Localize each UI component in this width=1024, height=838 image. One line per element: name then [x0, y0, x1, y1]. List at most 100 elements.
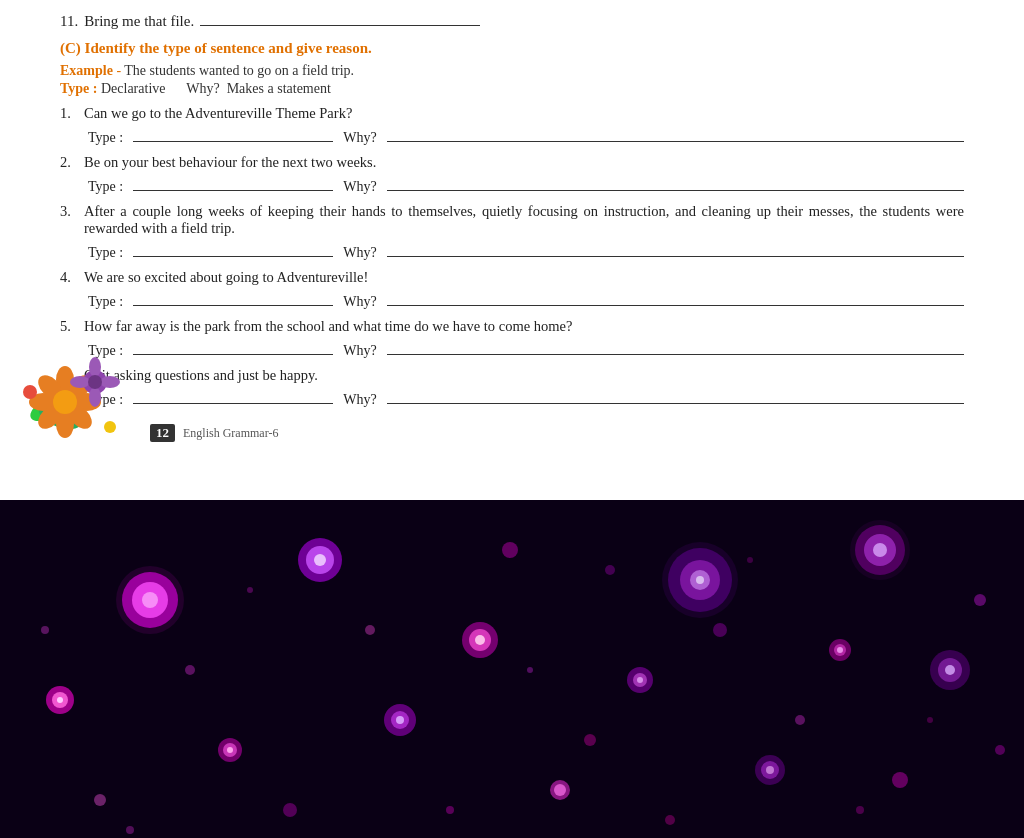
page-content: 11. Bring me that file. (C) Identify the… [0, 0, 1024, 500]
q1-answer-row: Type : Why? [88, 126, 964, 146]
q4-type-label: Type : [88, 294, 123, 310]
question-2-text: 2. Be on your best behaviour for the nex… [60, 154, 964, 171]
q6-why-label: Why? [343, 392, 376, 408]
q3-answer-row: Type : Why? [88, 241, 964, 261]
q2-type-label: Type : [88, 179, 123, 195]
q5-why-label: Why? [343, 343, 376, 359]
question-6-text: 6. Quit asking questions and just be hap… [60, 367, 964, 384]
svg-point-16 [100, 376, 120, 388]
svg-point-80 [927, 717, 933, 723]
svg-point-14 [89, 387, 101, 407]
q5-body: How far away is the park from the school… [84, 318, 572, 335]
svg-point-11 [53, 390, 77, 414]
svg-point-50 [554, 784, 566, 796]
q4-type-field[interactable] [133, 290, 333, 306]
q5-num: 5. [60, 318, 78, 335]
question-4: 4. We are so excited about going to Adve… [60, 269, 964, 310]
q2-why-field[interactable] [387, 175, 964, 191]
example-dash: - [113, 63, 124, 78]
svg-point-73 [126, 826, 134, 834]
svg-point-69 [892, 772, 908, 788]
svg-point-79 [856, 806, 864, 814]
rain-drops-svg [0, 500, 1024, 838]
svg-point-13 [89, 357, 101, 377]
q1-type-field[interactable] [133, 126, 333, 142]
q3-why-label: Why? [343, 245, 376, 261]
question-3: 3. After a couple long weeks of keeping … [60, 203, 964, 261]
q2-type-field[interactable] [133, 175, 333, 191]
q1-why-label: Why? [343, 130, 376, 146]
q4-answer-row: Type : Why? [88, 290, 964, 310]
q1-type-label: Type : [88, 130, 123, 146]
section-c-header: (C) Identify the type of sentence and gi… [60, 40, 964, 57]
svg-point-60 [94, 794, 106, 806]
example-why-value: Makes a statement [223, 81, 331, 96]
svg-point-18 [104, 421, 116, 433]
q5-why-field[interactable] [387, 339, 964, 355]
q3-why-field[interactable] [387, 241, 964, 257]
q3-type-label: Type : [88, 245, 123, 261]
svg-point-78 [747, 557, 753, 563]
svg-point-67 [713, 623, 727, 637]
q2-why-label: Why? [343, 179, 376, 195]
svg-point-71 [995, 745, 1005, 755]
bottom-image [0, 500, 1024, 838]
svg-point-26 [314, 554, 326, 566]
example-type-line: Type : Declarative Why? Makes a statemen… [60, 81, 964, 97]
q4-body: We are so excited about going to Adventu… [84, 269, 368, 286]
q6-type-field[interactable] [133, 388, 333, 404]
q2-answer-row: Type : Why? [88, 175, 964, 195]
svg-point-45 [227, 747, 233, 753]
svg-point-64 [502, 542, 518, 558]
svg-point-42 [57, 697, 63, 703]
question-5: 5. How far away is the park from the sch… [60, 318, 964, 359]
example-type-value: Declarative [101, 81, 166, 96]
example-label: Example [60, 63, 113, 78]
svg-point-59 [837, 647, 843, 653]
svg-point-63 [365, 625, 375, 635]
item-11-answer[interactable] [200, 10, 480, 26]
example-type-label: Type : [60, 81, 97, 96]
q5-type-field[interactable] [133, 339, 333, 355]
q4-why-label: Why? [343, 294, 376, 310]
question-2: 2. Be on your best behaviour for the nex… [60, 154, 964, 195]
question-5-text: 5. How far away is the park from the sch… [60, 318, 964, 335]
svg-point-83 [850, 520, 910, 580]
svg-point-53 [637, 677, 643, 683]
q1-body: Can we go to the Adventureville Theme Pa… [84, 105, 352, 122]
question-4-text: 4. We are so excited about going to Adve… [60, 269, 964, 286]
svg-point-68 [795, 715, 805, 725]
q1-why-field[interactable] [387, 126, 964, 142]
svg-point-72 [41, 626, 49, 634]
svg-point-17 [88, 375, 102, 389]
footer-area: 12 English Grammar-6 [60, 416, 964, 442]
svg-point-19 [23, 385, 37, 399]
svg-point-70 [974, 594, 986, 606]
item-11-text: Bring me that file. [84, 13, 194, 30]
example-why-label: Why? [186, 81, 219, 96]
svg-point-15 [70, 376, 90, 388]
question-3-text: 3. After a couple long weeks of keeping … [60, 203, 964, 237]
q6-answer-row: Type : Why? [88, 388, 964, 408]
svg-point-48 [396, 716, 404, 724]
page-number: 12 [150, 424, 175, 442]
question-1: 1. Can we go to the Adventureville Theme… [60, 105, 964, 146]
q1-num: 1. [60, 105, 78, 122]
svg-point-61 [185, 665, 195, 675]
item-11-num: 11. [60, 13, 78, 30]
q3-type-field[interactable] [133, 241, 333, 257]
example-line: Example - The students wanted to go on a… [60, 63, 964, 79]
svg-point-66 [665, 815, 675, 825]
flower-decoration [10, 347, 140, 457]
svg-point-77 [605, 565, 615, 575]
q2-num: 2. [60, 154, 78, 171]
svg-point-39 [945, 665, 955, 675]
q4-num: 4. [60, 269, 78, 286]
svg-point-56 [766, 766, 774, 774]
item-11: 11. Bring me that file. [60, 10, 964, 30]
q4-why-field[interactable] [387, 290, 964, 306]
question-1-text: 1. Can we go to the Adventureville Theme… [60, 105, 964, 122]
svg-point-76 [527, 667, 533, 673]
svg-point-62 [283, 803, 297, 817]
q6-why-field[interactable] [387, 388, 964, 404]
